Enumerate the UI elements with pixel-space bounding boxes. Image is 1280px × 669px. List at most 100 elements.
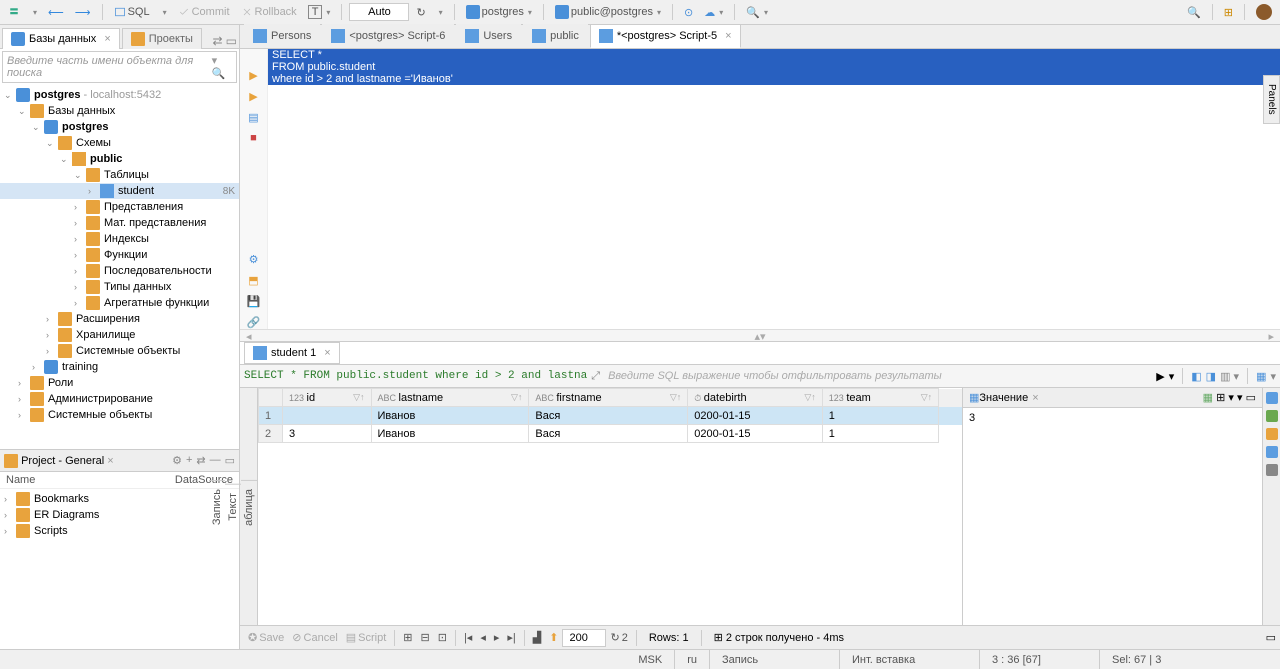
result-grid[interactable]: 123 id▽↑ ABC lastname▽↑ ABC firstname▽↑ … [258, 388, 962, 625]
cancel-button[interactable]: ⊘ Cancel [288, 629, 341, 646]
sql-dropdown[interactable] [157, 6, 171, 19]
tab-script-5[interactable]: *<postgres> Script-5× [590, 24, 741, 48]
expand-icon[interactable]: ⤢ [591, 370, 600, 383]
sql-editor[interactable]: SELECT * FROM public.student where id > … [268, 49, 1280, 329]
col-id[interactable]: 123 id▽↑ [283, 389, 372, 407]
panel-icon[interactable] [1266, 446, 1278, 458]
tab-databases[interactable]: Базы данных× [2, 28, 120, 49]
tree-mat-views[interactable]: ›Мат. представления [0, 215, 239, 231]
view-menu-icon[interactable]: ▭ [226, 34, 237, 48]
result-tab-student[interactable]: student 1× [244, 342, 340, 364]
back-button[interactable]: ⟵ [44, 4, 68, 21]
collapse-icon[interactable]: ▴▾ [754, 330, 765, 341]
save-icon[interactable]: 💾 [247, 295, 261, 308]
tool-b-icon[interactable]: ☁ [700, 4, 727, 21]
add-icon[interactable]: + [186, 454, 192, 467]
tree-admin[interactable]: ›Администрирование [0, 391, 239, 407]
edit-b-icon[interactable]: ⊟ [417, 629, 434, 646]
tab-script-6[interactable]: <postgres> Script-6 [322, 24, 454, 48]
tree-sys-objects[interactable]: ›Системные объекты [0, 343, 239, 359]
first-icon[interactable]: |◂ [460, 629, 476, 646]
close-icon[interactable]: × [104, 33, 110, 45]
refresh-dropdown[interactable] [433, 6, 447, 19]
panels-side-tab[interactable]: Panels [1263, 75, 1280, 124]
col-firstname[interactable]: ABC firstname▽↑ [529, 389, 688, 407]
transaction-button[interactable]: T [304, 3, 335, 21]
apply-filter-icon[interactable]: ▶ [1156, 370, 1164, 383]
link-icon[interactable]: ⇄ [213, 34, 223, 48]
min-icon[interactable]: — [210, 454, 221, 467]
filter-input[interactable]: Введите SQL выражение чтобы отфильтроват… [604, 370, 1152, 382]
tree-schema-public[interactable]: ⌄public [0, 151, 239, 167]
tree-sequences[interactable]: ›Последовательности [0, 263, 239, 279]
tool-a-icon[interactable]: ⊙ [680, 4, 697, 21]
scroll-left-icon[interactable]: ◂ [246, 330, 252, 341]
panel-icon[interactable] [1266, 428, 1278, 440]
run-icon[interactable]: ▶ [249, 69, 257, 82]
tree-sys-objects2[interactable]: ›Системные объекты [0, 407, 239, 423]
tree-extensions[interactable]: ›Расширения [0, 311, 239, 327]
panel-icon[interactable] [1266, 392, 1278, 404]
export-icon[interactable]: ⬆ [545, 629, 562, 646]
scroll-right-icon[interactable]: ▸ [1268, 330, 1274, 341]
tree-tables[interactable]: ⌄Таблицы [0, 167, 239, 183]
gear-icon[interactable]: ⚙ [172, 454, 182, 467]
fetch-size-input[interactable] [562, 629, 606, 647]
col-rownum[interactable] [259, 389, 283, 407]
vp-tool-a[interactable]: ▦ [1203, 391, 1213, 404]
filter-dropdown-icon[interactable]: ▾ [1169, 370, 1175, 383]
panel-icon[interactable] [1266, 410, 1278, 422]
new-conn-button[interactable] [4, 4, 24, 20]
max-icon[interactable]: ▭ [225, 454, 235, 467]
run-script-icon[interactable]: ▶ [249, 90, 257, 103]
export-icon[interactable]: ⬒ [248, 274, 258, 287]
stop-icon[interactable]: ■ [250, 132, 257, 144]
proj-bookmarks[interactable]: ›Bookmarks [0, 491, 239, 507]
autocommit-input[interactable] [349, 3, 409, 21]
tree-table-student[interactable]: ›student8K [0, 183, 239, 199]
tree-db-postgres[interactable]: ⌄postgres [0, 119, 239, 135]
panel-icon[interactable] [1266, 464, 1278, 476]
tree-functions[interactable]: ›Функции [0, 247, 239, 263]
perspective-icon[interactable]: ⊞ [1220, 4, 1237, 21]
db-selector[interactable]: postgres [462, 3, 536, 21]
tab-persons[interactable]: Persons [244, 24, 320, 48]
script-button[interactable]: ▤ Script [342, 629, 391, 646]
max-icon[interactable]: ▭ [1246, 391, 1256, 404]
explain-icon[interactable]: ▤ [248, 111, 258, 124]
panel-b-icon[interactable]: ◨ [1206, 370, 1216, 383]
proj-er-diagrams[interactable]: ›ER Diagrams [0, 507, 239, 523]
edit-a-icon[interactable]: ⊞ [399, 629, 416, 646]
proj-scripts[interactable]: ›Scripts [0, 523, 239, 539]
link-icon[interactable]: 🔗 [247, 316, 261, 329]
quick-search-icon[interactable]: 🔍 [1183, 4, 1205, 21]
col-datebirth[interactable]: ⏱ datebirth▽↑ [688, 389, 823, 407]
tab-public[interactable]: public [523, 24, 588, 48]
panel-c-icon[interactable]: ▥ ▾ [1220, 370, 1239, 383]
tree-views[interactable]: ›Представления [0, 199, 239, 215]
search-input[interactable]: Введите часть имени объекта для поиска▾ … [2, 51, 237, 83]
edit-c-icon[interactable]: ⊡ [434, 629, 451, 646]
next-icon[interactable]: ▸ [490, 629, 504, 646]
vtab-table[interactable]: аблица [241, 480, 257, 534]
stop-icon[interactable]: ▟ [529, 629, 545, 646]
tab-projects[interactable]: Проекты [122, 28, 202, 49]
panel-a-icon[interactable]: ◧ [1191, 370, 1201, 383]
vp-tool-c[interactable]: ▾ [1237, 391, 1243, 404]
rollback-button[interactable]: Rollback [237, 4, 301, 20]
close-icon[interactable]: × [107, 455, 113, 467]
last-icon[interactable]: ▸| [503, 629, 519, 646]
table-row[interactable]: 1 Иванов Вася 0200-01-15 1 [259, 407, 962, 425]
vp-tool-b[interactable]: ⊞ ▾ [1216, 391, 1234, 404]
close-icon[interactable]: × [725, 30, 731, 42]
save-button[interactable]: ✪ Save [244, 629, 288, 646]
commit-button[interactable]: Commit [174, 4, 234, 20]
tree-data-types[interactable]: ›Типы данных [0, 279, 239, 295]
link-icon[interactable]: ⇄ [196, 454, 205, 467]
tree-schemas[interactable]: ⌄Схемы [0, 135, 239, 151]
refresh-icon[interactable]: ↻ [412, 4, 429, 21]
tree-db-training[interactable]: ›training [0, 359, 239, 375]
tree-connection[interactable]: ⌄postgres - localhost:5432 [0, 87, 239, 103]
tree-agg-funcs[interactable]: ›Агрегатные функции [0, 295, 239, 311]
tab-users[interactable]: Users [456, 24, 521, 48]
